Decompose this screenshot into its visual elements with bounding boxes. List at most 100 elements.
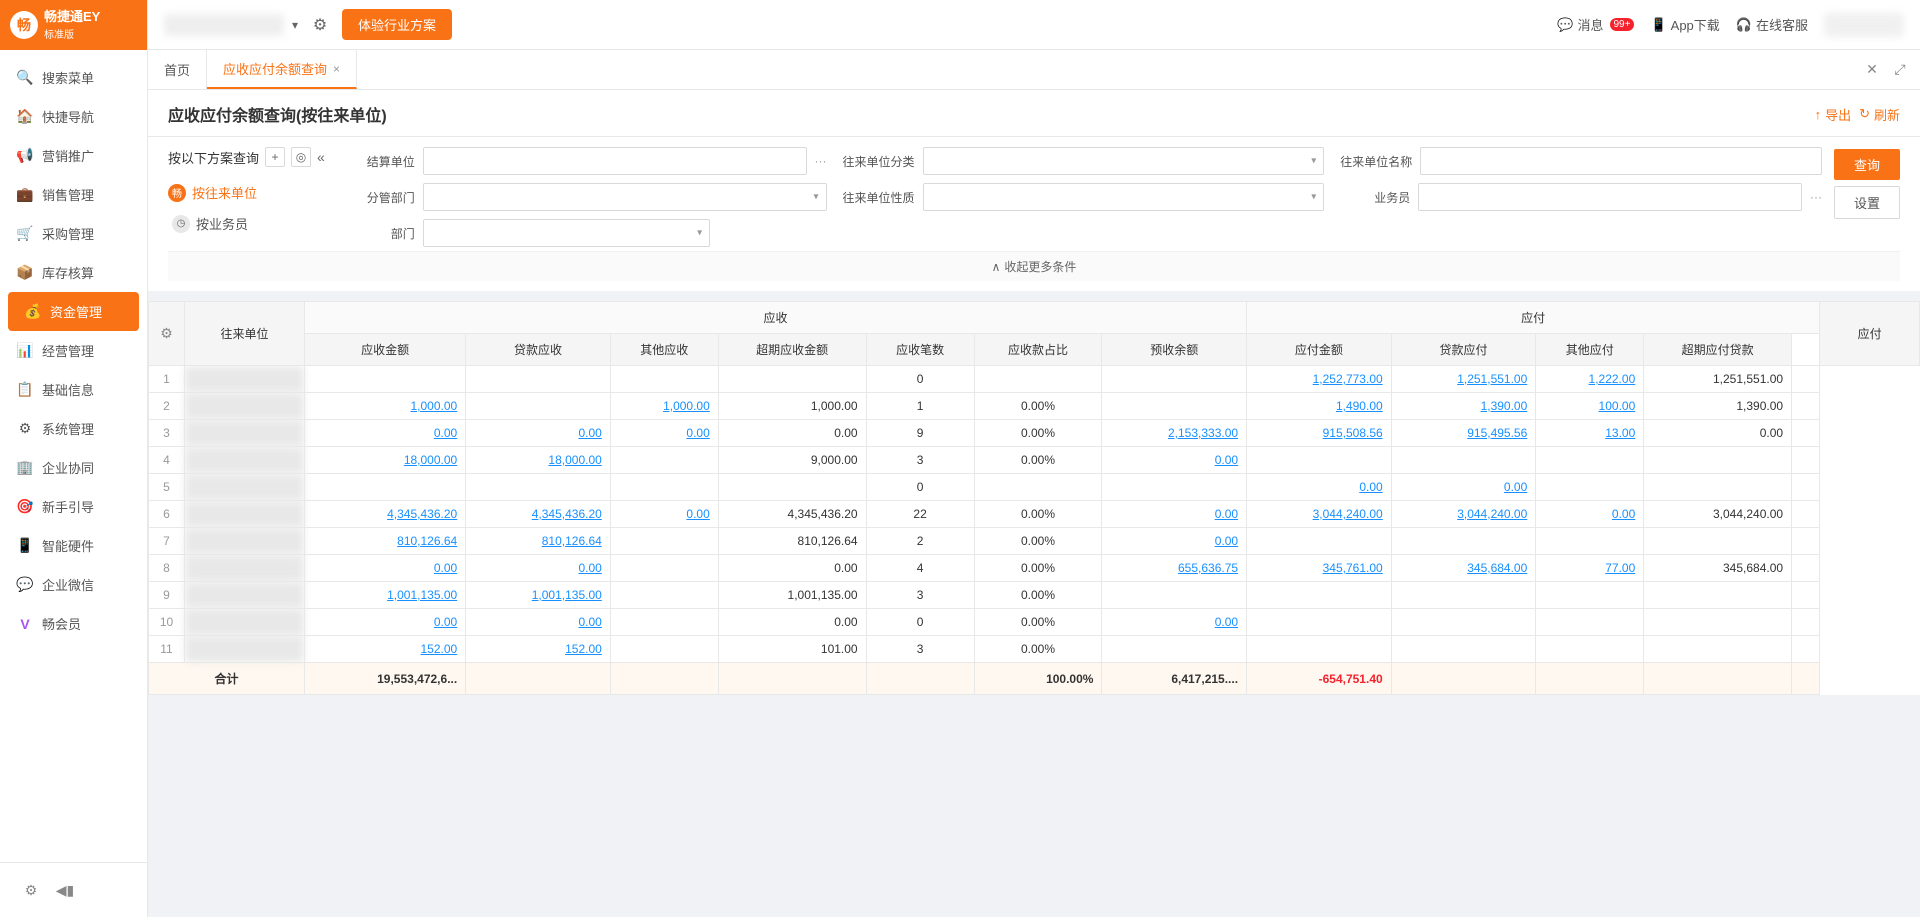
sidebar-item-search-menu[interactable]: 🔍 搜索菜单 [0, 58, 147, 97]
sidebar-item-basic-info[interactable]: 📋 基础信息 [0, 370, 147, 409]
row-ar-other[interactable]: 1,000.00 [610, 393, 718, 420]
row-ap-loan[interactable]: 3,044,240.00 [1391, 501, 1536, 528]
partner-nature-select[interactable] [923, 183, 1325, 211]
sidebar-item-sales[interactable]: 💼 销售管理 [0, 175, 147, 214]
row-ap-amount[interactable]: 345,761.00 [1247, 555, 1392, 582]
row-ar-amount[interactable]: 4,345,436.20 [305, 501, 466, 528]
row-ar-amount[interactable]: 810,126.64 [305, 528, 466, 555]
sidebar-item-marketing[interactable]: 📢 营销推广 [0, 136, 147, 175]
row-ar-amount[interactable]: 18,000.00 [305, 447, 466, 474]
query-button[interactable]: 查询 [1834, 149, 1900, 180]
row-ar-loan[interactable]: 0.00 [466, 555, 611, 582]
add-query-btn[interactable]: + [265, 147, 285, 167]
row-ap-loan[interactable]: 1,251,551.00 [1391, 366, 1536, 393]
row-ap-other[interactable]: 13.00 [1536, 420, 1644, 447]
dept-select[interactable] [423, 219, 710, 247]
row-ar-amount[interactable]: 0.00 [305, 609, 466, 636]
row-ar-advance[interactable]: 0.00 [1102, 501, 1247, 528]
promo-button[interactable]: 体验行业方案 [342, 9, 452, 40]
managed-dept-select[interactable] [423, 183, 827, 211]
row-ar-loan[interactable]: 4,345,436.20 [466, 501, 611, 528]
customer-service-action[interactable]: 🎧 在线客服 [1736, 15, 1808, 34]
row-ar-loan[interactable]: 0.00 [466, 420, 611, 447]
filter-option-salesperson[interactable]: ◷ 按业务员 [172, 214, 325, 233]
row-ar-advance[interactable]: 0.00 [1102, 528, 1247, 555]
partner-name-input[interactable] [1420, 147, 1822, 175]
breadcrumb-dropdown[interactable]: ▾ [292, 18, 298, 32]
row-ar-advance[interactable]: 655,636.75 [1102, 555, 1247, 582]
collapse-row[interactable]: ∧ 收起更多条件 [168, 251, 1900, 281]
row-ap-amount[interactable]: 0.00 [1247, 474, 1392, 501]
row-ar-amount[interactable]: 1,000.00 [305, 393, 466, 420]
row-ar-amount[interactable]: 152.00 [305, 636, 466, 663]
sidebar-item-purchase[interactable]: 🛒 采购管理 [0, 214, 147, 253]
sidebar-item-member[interactable]: V 畅会员 [0, 604, 147, 643]
row-ar-loan[interactable]: 1,001,135.00 [466, 582, 611, 609]
partner-category-select[interactable] [923, 147, 1325, 175]
sidebar-item-guide[interactable]: 🎯 新手引导 [0, 487, 147, 526]
row-ap-other[interactable]: 1,222.00 [1536, 366, 1644, 393]
table-scroll[interactable]: ⚙ 往来单位 应收 应付 [148, 301, 1920, 695]
row-ap-loan[interactable]: 1,390.00 [1391, 393, 1536, 420]
sidebar-item-smart-hw[interactable]: 📱 智能硬件 [0, 526, 147, 565]
row-ar-loan[interactable]: 152.00 [466, 636, 611, 663]
row-ar-loan[interactable]: 0.00 [466, 609, 611, 636]
settings-button[interactable]: 设置 [1834, 186, 1900, 219]
row-ap-other[interactable]: 100.00 [1536, 393, 1644, 420]
row-ar-other [610, 636, 718, 663]
row-ar-other[interactable]: 0.00 [610, 501, 718, 528]
row-ap-loan[interactable]: 345,684.00 [1391, 555, 1536, 582]
user-info[interactable] [1824, 13, 1904, 37]
row-ap-other[interactable]: 0.00 [1536, 501, 1644, 528]
row-ap-amount[interactable]: 1,252,773.00 [1247, 366, 1392, 393]
row-ar-amount[interactable]: 1,001,135.00 [305, 582, 466, 609]
row-ap-amount[interactable]: 915,508.56 [1247, 420, 1392, 447]
sidebar-item-system[interactable]: ⚙ 系统管理 [0, 409, 147, 448]
tab-expand-btn[interactable]: ⤢ [1888, 58, 1912, 82]
salesperson-option-icon: ◷ [172, 215, 190, 233]
page-content: 应收应付余额查询(按往来单位) ↑ 导出 ↻ 刷新 [148, 90, 1920, 917]
row-ar-loan[interactable]: 18,000.00 [466, 447, 611, 474]
tab-close-window-btn[interactable]: ✕ [1860, 58, 1884, 82]
row-ar-amount[interactable]: 0.00 [305, 555, 466, 582]
collapse-left-icon[interactable]: « [317, 149, 325, 165]
row-ar-amount[interactable]: 0.00 [305, 420, 466, 447]
row-ap-amount[interactable]: 1,490.00 [1247, 393, 1392, 420]
table-gear-icon[interactable]: ⚙ [160, 325, 173, 341]
tab-home[interactable]: 首页 [148, 50, 207, 89]
row-ar-loan[interactable]: 810,126.64 [466, 528, 611, 555]
row-ap-loan[interactable]: 915,495.56 [1391, 420, 1536, 447]
row-ap-other[interactable]: 77.00 [1536, 555, 1644, 582]
row-ar-advance[interactable]: 0.00 [1102, 609, 1247, 636]
row-ar-advance[interactable]: 0.00 [1102, 447, 1247, 474]
filter-option-partner[interactable]: 畅 按往来单位 [168, 183, 325, 202]
settings-gear-icon[interactable]: ⚙ [306, 11, 334, 39]
filter-partner-name: 往来单位名称 [1340, 147, 1822, 175]
refresh-button[interactable]: ↻ 刷新 [1859, 105, 1900, 124]
sidebar-settings-btn[interactable]: ⚙ [16, 875, 46, 905]
row-ar-other[interactable]: 0.00 [610, 420, 718, 447]
tab-ar-ap[interactable]: 应收应付余额查询 × [207, 50, 357, 89]
app-download-action[interactable]: 📱 App下载 [1650, 15, 1719, 34]
sidebar-item-operations[interactable]: 📊 经营管理 [0, 331, 147, 370]
sidebar-item-enterprise[interactable]: 🏢 企业协同 [0, 448, 147, 487]
notification-action[interactable]: 💬 消息 99+ [1557, 15, 1634, 34]
query-settings-icon[interactable]: ◎ [291, 147, 311, 167]
sidebar-item-finance[interactable]: 💰 资金管理 [8, 292, 139, 331]
settlement-unit-more[interactable]: ··· [815, 154, 827, 168]
sidebar-collapse-btn[interactable]: ◀▮ [50, 875, 80, 905]
salesperson-more[interactable]: ··· [1810, 190, 1822, 204]
sidebar-item-wechat[interactable]: 💬 企业微信 [0, 565, 147, 604]
salesperson-input[interactable] [1418, 183, 1802, 211]
filter-partner-nature: 往来单位性质 [843, 183, 1325, 211]
row-ar-ratio: 0.00% [974, 447, 1102, 474]
tab-close-icon[interactable]: × [333, 62, 340, 76]
row-ar-loan [466, 393, 611, 420]
sidebar-item-quick-nav[interactable]: 🏠 快捷导航 [0, 97, 147, 136]
row-ar-advance[interactable]: 2,153,333.00 [1102, 420, 1247, 447]
sidebar-item-inventory[interactable]: 📦 库存核算 [0, 253, 147, 292]
row-ap-amount[interactable]: 3,044,240.00 [1247, 501, 1392, 528]
settlement-unit-input[interactable] [423, 147, 807, 175]
row-ap-loan[interactable]: 0.00 [1391, 474, 1536, 501]
export-button[interactable]: ↑ 导出 [1815, 105, 1852, 124]
